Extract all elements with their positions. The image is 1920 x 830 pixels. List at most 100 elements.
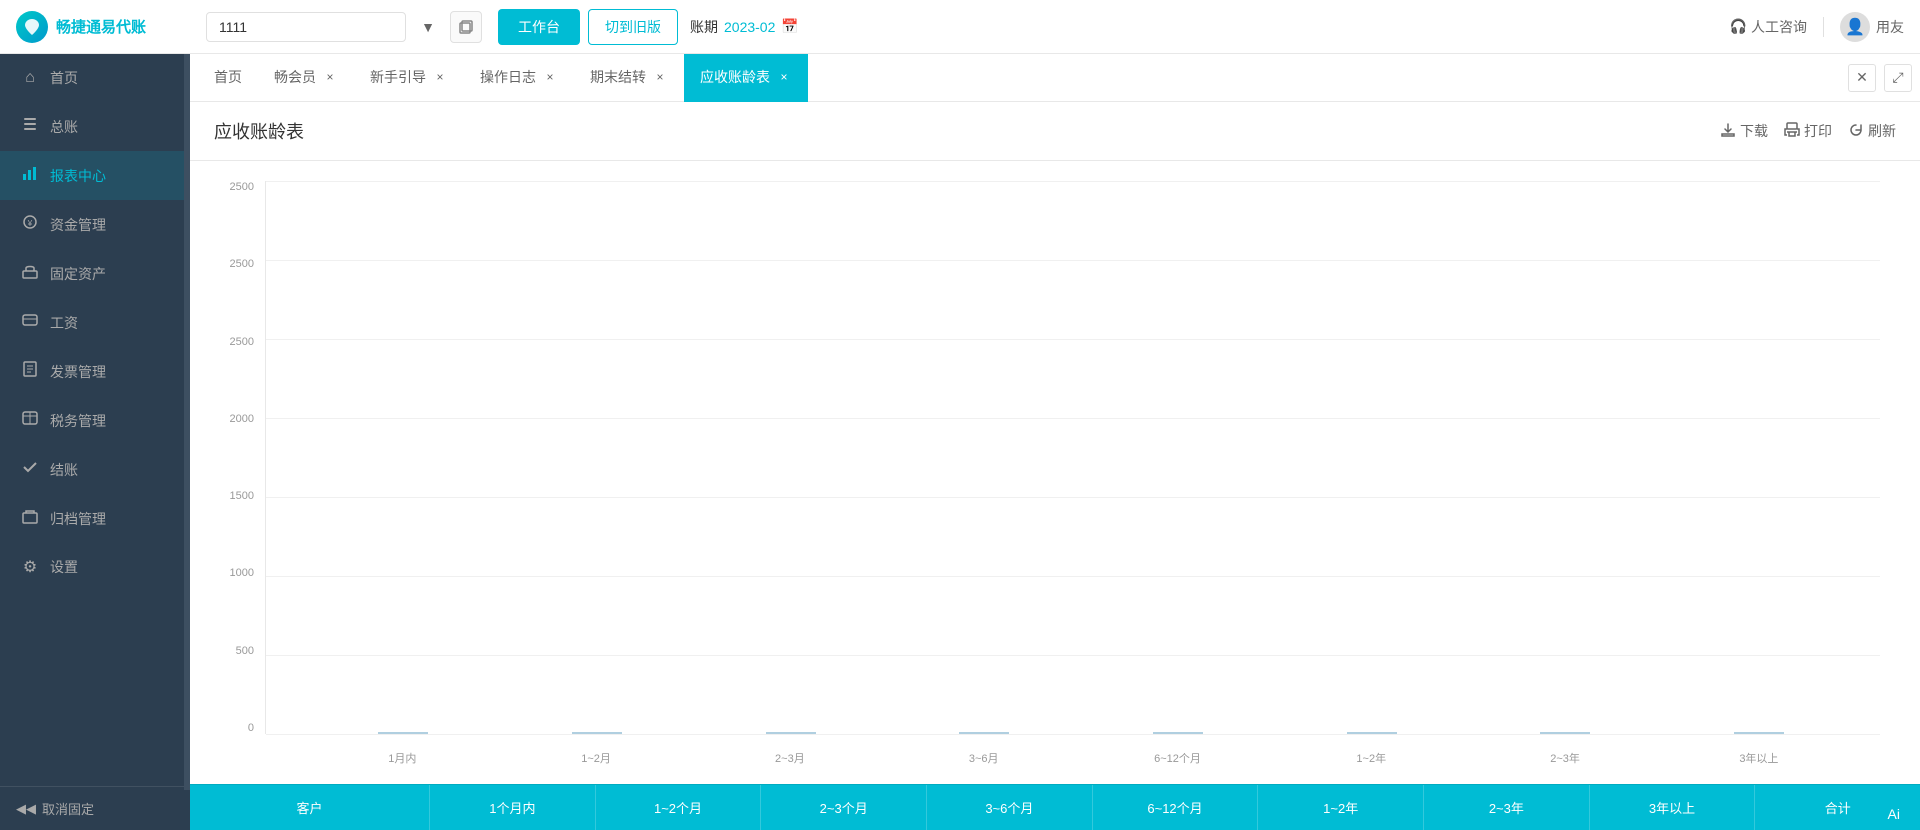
tab-close-guide[interactable]: ×	[432, 69, 448, 85]
bar-3year-plus	[1734, 732, 1784, 734]
tab-close-oplog[interactable]: ×	[542, 69, 558, 85]
fullscreen-button[interactable]: ⤢	[1884, 64, 1912, 92]
company-name[interactable]: 1111	[206, 12, 406, 42]
grid-line-4	[266, 497, 1880, 498]
y-label-0: 0	[248, 722, 254, 734]
sidebar-item-archive[interactable]: 归档管理	[0, 494, 190, 543]
col-label: 客户	[296, 798, 322, 817]
funds-icon: ¥	[20, 214, 40, 235]
sidebar-item-assets[interactable]: 固定资产	[0, 249, 190, 298]
avatar: 👤	[1840, 12, 1870, 42]
calendar-icon[interactable]: 📅	[781, 18, 798, 35]
y-label-2500b: 2500	[230, 258, 254, 270]
y-label-1000: 1000	[230, 567, 254, 579]
y-label-2500c: 2500	[230, 336, 254, 348]
col-6-12month: 6~12个月	[1093, 785, 1259, 830]
bar-group-1-2month	[524, 732, 669, 734]
sidebar-item-label: 固定资产	[50, 264, 106, 284]
bar-group-2-3year	[1493, 732, 1638, 734]
home-icon: ⌂	[20, 69, 40, 87]
tab-home[interactable]: 首页	[198, 54, 258, 102]
col-label: 1~2年	[1323, 798, 1358, 817]
bar-2-3year	[1540, 732, 1590, 734]
user-area[interactable]: 👤 用友	[1840, 12, 1904, 42]
tab-aging[interactable]: 应收账龄表 ×	[684, 54, 808, 102]
tab-close-aging[interactable]: ×	[776, 69, 792, 85]
x-label-3year-plus: 3年以上	[1739, 750, 1778, 766]
tab-close-member[interactable]: ×	[322, 69, 338, 85]
y-label-500: 500	[236, 645, 254, 657]
tab-label: 首页	[214, 67, 242, 87]
period-area: 账期 2023-02 📅	[690, 17, 799, 37]
archive-icon	[20, 508, 40, 529]
sidebar-item-closing[interactable]: 结账	[0, 445, 190, 494]
consultation-area[interactable]: 🎧 人工咨询	[1730, 17, 1807, 37]
download-label: 下载	[1740, 121, 1768, 141]
col-label: 1个月内	[489, 798, 535, 817]
ai-assistant-bubble[interactable]: Ai	[1868, 798, 1920, 830]
page-header: 应收账龄表 下载 打印	[190, 102, 1920, 161]
refresh-icon	[1848, 122, 1864, 141]
x-axis: 1月内 1~2月 2~3月 3~6月 6~12个月 1~2年 2~3年 3年以上	[265, 738, 1880, 774]
sidebar-item-reports[interactable]: 报表中心	[0, 151, 190, 200]
tab-period-end[interactable]: 期末结转 ×	[574, 54, 684, 102]
sidebar-item-tax[interactable]: 税务管理	[0, 396, 190, 445]
sidebar-item-settings[interactable]: ⚙ 设置	[0, 543, 190, 591]
sidebar-item-label: 发票管理	[50, 362, 106, 382]
header-right: 🎧 人工咨询 👤 用友	[1730, 12, 1904, 42]
ledger-icon	[20, 116, 40, 137]
bar-group-1month	[331, 732, 476, 734]
company-copy-button[interactable]	[450, 11, 482, 43]
sidebar-item-salary[interactable]: 工资	[0, 298, 190, 347]
sidebar-item-funds[interactable]: ¥ 资金管理	[0, 200, 190, 249]
x-label-3-6month: 3~6月	[969, 750, 999, 766]
refresh-button[interactable]: 刷新	[1848, 121, 1896, 141]
tab-guide[interactable]: 新手引导 ×	[354, 54, 464, 102]
chart-container: 2500 2500 2500 2000 1500 1000 500 0	[190, 161, 1920, 784]
page-content: 应收账龄表 下载 打印	[190, 102, 1920, 830]
grid-line-top	[266, 181, 1880, 182]
col-1-2year: 1~2年	[1258, 785, 1424, 830]
sidebar-item-label: 总账	[50, 117, 78, 137]
col-2-3year: 2~3年	[1424, 785, 1590, 830]
col-label: 6~12个月	[1147, 798, 1202, 817]
chart-inner: 2500 2500 2500 2000 1500 1000 500 0	[220, 181, 1890, 774]
close-all-tabs-button[interactable]: ✕	[1848, 64, 1876, 92]
col-label: 3~6个月	[985, 798, 1033, 817]
divider	[1823, 17, 1824, 37]
tab-close-period-end[interactable]: ×	[652, 69, 668, 85]
period-value: 2023-02	[724, 19, 775, 35]
tab-member[interactable]: 畅会员 ×	[258, 54, 354, 102]
company-dropdown-icon[interactable]: ▼	[414, 13, 442, 41]
svg-text:¥: ¥	[27, 219, 33, 228]
sidebar-item-ledger[interactable]: 总账	[0, 102, 190, 151]
page-title: 应收账龄表	[214, 118, 304, 144]
content-area: 首页 畅会员 × 新手引导 × 操作日志 × 期末结转 × 应收账龄表 ×	[190, 54, 1920, 830]
sidebar-footer[interactable]: ◀◀ 取消固定	[0, 786, 190, 830]
sidebar-item-invoice[interactable]: 发票管理	[0, 347, 190, 396]
consultation-label: 人工咨询	[1751, 17, 1807, 37]
download-button[interactable]: 下载	[1720, 121, 1768, 141]
x-label-6-12month: 6~12个月	[1154, 750, 1201, 766]
pin-icon: ◀◀	[16, 801, 36, 817]
tab-oplog[interactable]: 操作日志 ×	[464, 54, 574, 102]
bar-group-1-2year	[1299, 732, 1444, 734]
logo-area: 畅捷通易代账	[16, 11, 206, 43]
bar-2-3month	[766, 732, 816, 734]
sidebar-item-home[interactable]: ⌂ 首页	[0, 54, 190, 102]
grid-line-2	[266, 339, 1880, 340]
switch-version-button[interactable]: 切到旧版	[588, 9, 678, 45]
download-icon	[1720, 122, 1736, 141]
ai-label: Ai	[1888, 806, 1900, 822]
col-label: 1~2个月	[654, 798, 702, 817]
sidebar-item-label: 归档管理	[50, 509, 106, 529]
bar-3-6month	[959, 732, 1009, 734]
workstation-button[interactable]: 工作台	[498, 9, 580, 45]
x-label-1-2year: 1~2年	[1356, 750, 1386, 766]
company-selector: 1111 ▼	[206, 11, 486, 43]
y-label-2500a: 2500	[230, 181, 254, 193]
y-axis: 2500 2500 2500 2000 1500 1000 500 0	[220, 181, 260, 734]
print-button[interactable]: 打印	[1784, 121, 1832, 141]
user-label: 用友	[1876, 17, 1904, 37]
invoice-icon	[20, 361, 40, 382]
